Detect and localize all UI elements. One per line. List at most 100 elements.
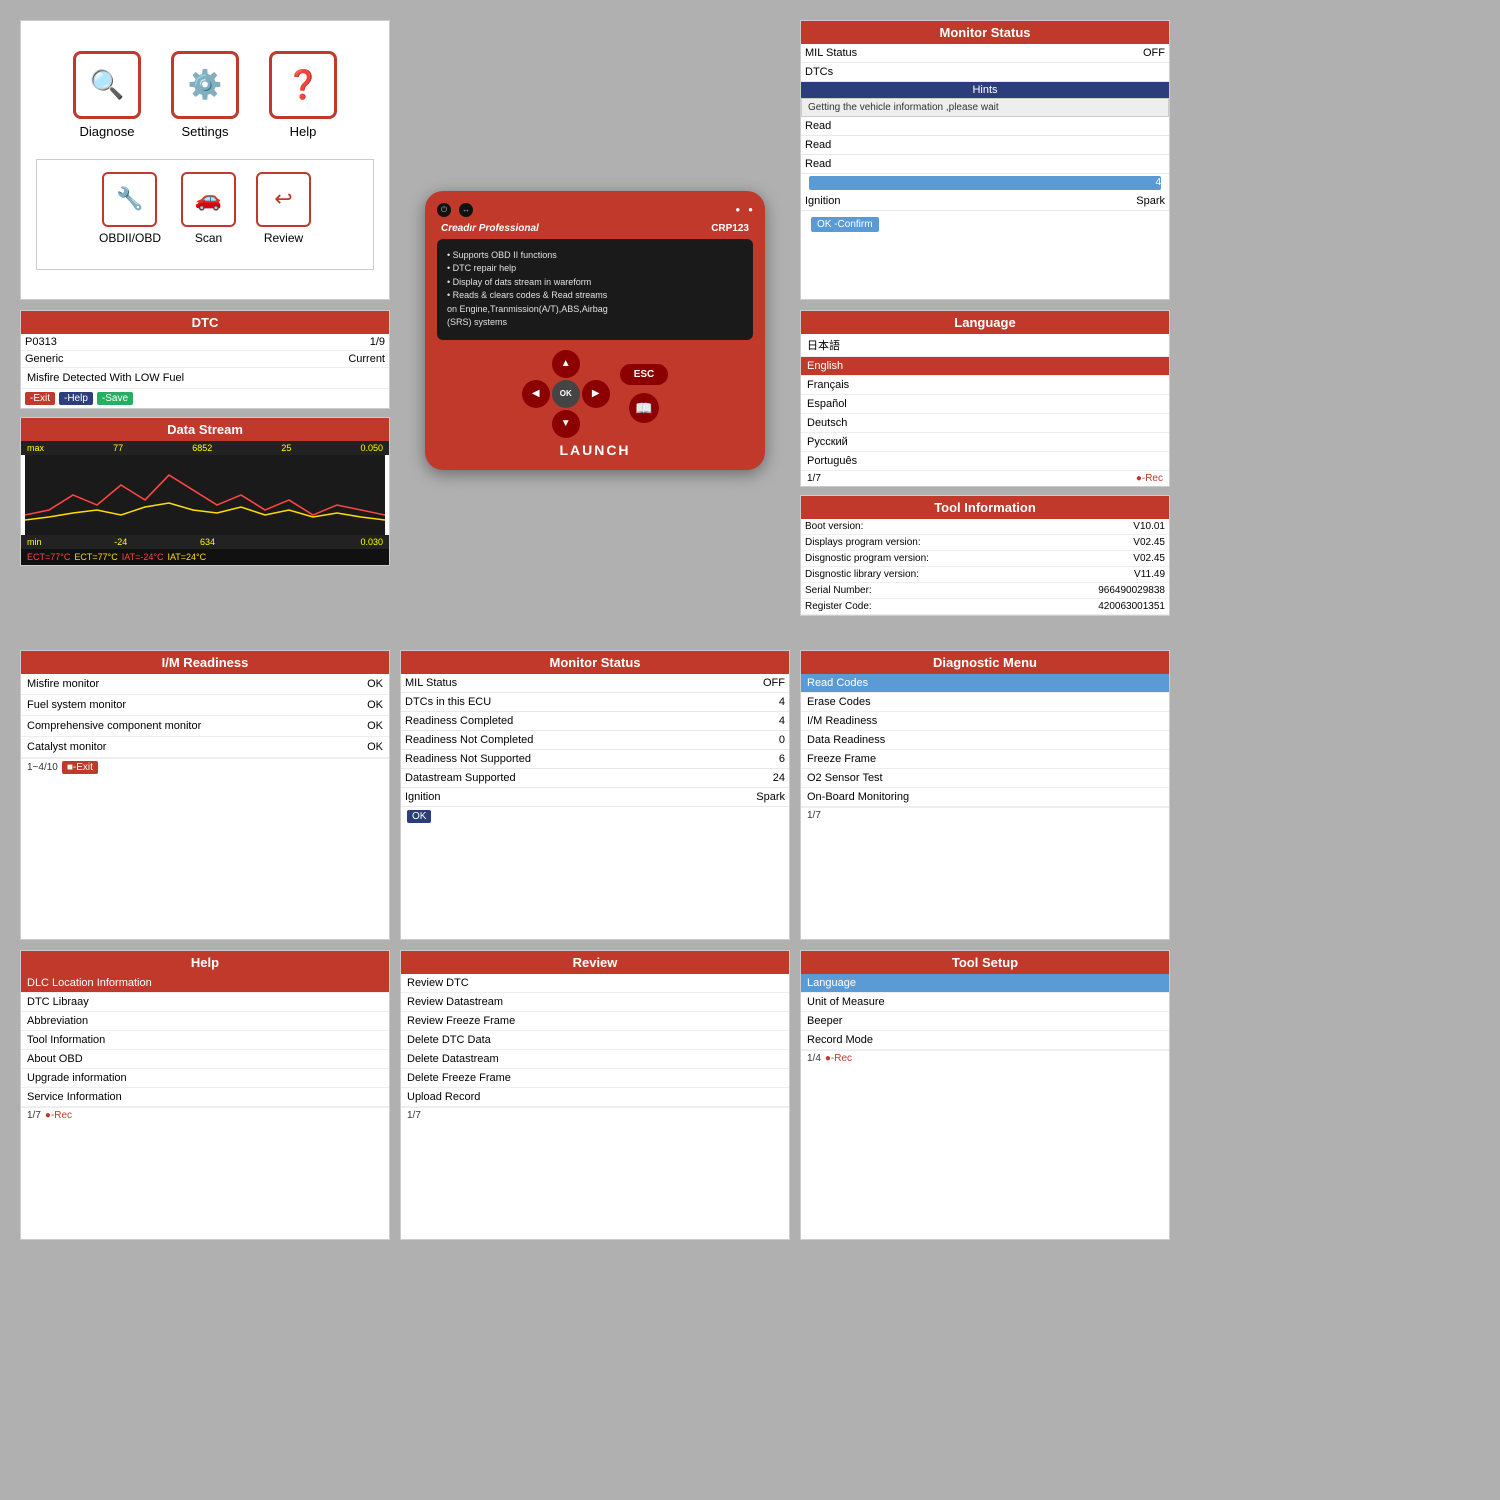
upload-record[interactable]: Upload Record bbox=[401, 1088, 789, 1107]
delete-freeze[interactable]: Delete Freeze Frame bbox=[401, 1069, 789, 1088]
setup-record[interactable]: Record Mode bbox=[801, 1031, 1169, 1050]
device-screen: • Supports OBD II functions • DTC repair… bbox=[437, 239, 753, 340]
misfire-row: Misfire monitor OK bbox=[21, 674, 389, 695]
delete-dtc[interactable]: Delete DTC Data bbox=[401, 1031, 789, 1050]
dtc-counter: 1/9 bbox=[370, 336, 385, 348]
legend-4: IAT=24°C bbox=[167, 552, 206, 562]
exit-badge: -Exit bbox=[25, 392, 55, 405]
im-readiness-panel: I/M Readiness Misfire monitor OK Fuel sy… bbox=[20, 650, 390, 940]
review-item[interactable]: ↩ Review bbox=[256, 172, 311, 245]
help-tool-info[interactable]: Tool Information bbox=[21, 1031, 389, 1050]
diag-im-readiness[interactable]: I/M Readiness bbox=[801, 712, 1169, 731]
lang-item-pt[interactable]: Português bbox=[801, 452, 1169, 471]
tool-info-header: Tool Information bbox=[801, 496, 1169, 519]
settings-item[interactable]: ⚙️ Settings bbox=[171, 51, 239, 139]
ms2-datastream-value: 24 bbox=[773, 772, 785, 784]
dpad-right[interactable]: ▶ bbox=[582, 380, 610, 408]
setup-footer: 1/4 ●-Rec bbox=[801, 1050, 1169, 1066]
device-top: ⏻ ↔ ● ● bbox=[437, 203, 753, 217]
lang-page: 1/7 bbox=[807, 473, 821, 484]
ms2-not-completed-value: 0 bbox=[779, 734, 785, 746]
dpad-left[interactable]: ◀ bbox=[522, 380, 550, 408]
help-dtc-lib[interactable]: DTC Libraay bbox=[21, 993, 389, 1012]
obdii-icon: 🔧 bbox=[102, 172, 157, 227]
stat-max-1: 77 bbox=[113, 443, 123, 453]
diag-freeze-frame[interactable]: Freeze Frame bbox=[801, 750, 1169, 769]
help-about-obd[interactable]: About OBD bbox=[21, 1050, 389, 1069]
help-abbrev[interactable]: Abbreviation bbox=[21, 1012, 389, 1031]
launch-label: LAUNCH bbox=[437, 442, 753, 458]
legend-3: IAT=-24°C bbox=[122, 552, 164, 562]
tool-info-panel: Tool Information Boot version: V10.01 Di… bbox=[800, 495, 1170, 616]
main-menu-panel: 🔍 Diagnose ⚙️ Settings ❓ Help 🔧 OBDII/OB… bbox=[20, 20, 390, 300]
display-version-label: Displays program version: bbox=[805, 537, 921, 548]
delete-datastream[interactable]: Delete Datastream bbox=[401, 1050, 789, 1069]
help-dlc[interactable]: DLC Location Information bbox=[21, 974, 389, 993]
diag-footer: 1/7 bbox=[801, 807, 1169, 823]
monitor-status2-header: Monitor Status bbox=[401, 651, 789, 674]
diag-o2-sensor[interactable]: O2 Sensor Test bbox=[801, 769, 1169, 788]
diag-data-readiness[interactable]: Data Readiness bbox=[801, 731, 1169, 750]
setup-language[interactable]: Language bbox=[801, 974, 1169, 993]
main-icons-row: 🔍 Diagnose ⚙️ Settings ❓ Help bbox=[73, 51, 337, 139]
lang-item-jp[interactable]: 日本語 bbox=[801, 334, 1169, 357]
main-container: 🔍 Diagnose ⚙️ Settings ❓ Help 🔧 OBDII/OB… bbox=[0, 0, 1500, 1500]
catalyst-value: OK bbox=[367, 741, 383, 753]
help-upgrade[interactable]: Upgrade information bbox=[21, 1069, 389, 1088]
lang-item-ru[interactable]: Русский bbox=[801, 433, 1169, 452]
register-value: 420063001351 bbox=[1098, 601, 1165, 612]
dpad-row: ▲ ◀ OK ▶ ▼ ESC 📖 bbox=[522, 350, 669, 438]
device-brand-label: Creadır Professional bbox=[441, 223, 539, 234]
lang-item-es[interactable]: Español bbox=[801, 395, 1169, 414]
im-footer: 1~4/10 ■-Exit bbox=[21, 758, 389, 776]
feature-6: (SRS) systems bbox=[447, 316, 743, 330]
misfire-value: OK bbox=[367, 678, 383, 690]
legend-1: ECT=77°C bbox=[27, 552, 70, 562]
lib-version-value: V11.49 bbox=[1134, 569, 1165, 580]
language-panel: Language 日本語 English Français Español De… bbox=[800, 310, 1170, 487]
hints-bar: Hints bbox=[801, 82, 1169, 98]
review-panel: Review Review DTC Review Datastream Revi… bbox=[400, 950, 790, 1240]
help-panel: Help DLC Location Information DTC Libraa… bbox=[20, 950, 390, 1240]
stat-max-2: 6852 bbox=[192, 443, 212, 453]
diag-onboard[interactable]: On-Board Monitoring bbox=[801, 788, 1169, 807]
review-dtc[interactable]: Review DTC bbox=[401, 974, 789, 993]
ok-confirm-label[interactable]: OK -Confirm bbox=[811, 217, 879, 232]
ms2-dtcs-value: 4 bbox=[779, 696, 785, 708]
lang-item-en[interactable]: English bbox=[801, 357, 1169, 376]
stat-min-2: 634 bbox=[200, 537, 215, 547]
scan-icons-row: 🔧 OBDII/OBD 🚗 Scan ↩ Review bbox=[47, 172, 363, 245]
monitor-status-top-header: Monitor Status bbox=[801, 21, 1169, 44]
help-item[interactable]: ❓ Help bbox=[269, 51, 337, 139]
review-datastream[interactable]: Review Datastream bbox=[401, 993, 789, 1012]
diagnose-icon: 🔍 bbox=[73, 51, 141, 119]
setup-beeper[interactable]: Beeper bbox=[801, 1012, 1169, 1031]
dtc-header: DTC bbox=[21, 311, 389, 334]
setup-rec: ●-Rec bbox=[825, 1053, 852, 1064]
mil-status-row: MIL Status OFF bbox=[801, 44, 1169, 63]
scan-icon: 🚗 bbox=[181, 172, 236, 227]
catalyst-row: Catalyst monitor OK bbox=[21, 737, 389, 758]
lang-item-de[interactable]: Deutsch bbox=[801, 414, 1169, 433]
help-service[interactable]: Service Information bbox=[21, 1088, 389, 1107]
diagnose-item[interactable]: 🔍 Diagnose bbox=[73, 51, 141, 139]
language-header: Language bbox=[801, 311, 1169, 334]
diag-read-codes[interactable]: Read Codes bbox=[801, 674, 1169, 693]
book-button[interactable]: 📖 bbox=[629, 393, 659, 423]
dpad-ok[interactable]: OK bbox=[552, 380, 580, 408]
esc-button[interactable]: ESC bbox=[620, 364, 669, 385]
dtc-code: P0313 bbox=[25, 336, 57, 348]
dpad-down[interactable]: ▼ bbox=[552, 410, 580, 438]
ms2-not-completed-label: Readiness Not Completed bbox=[405, 734, 533, 746]
dpad-up[interactable]: ▲ bbox=[552, 350, 580, 378]
ms2-ok-badge[interactable]: OK bbox=[407, 810, 431, 823]
obdii-item[interactable]: 🔧 OBDII/OBD bbox=[99, 172, 161, 245]
scan-item[interactable]: 🚗 Scan bbox=[181, 172, 236, 245]
review-freeze[interactable]: Review Freeze Frame bbox=[401, 1012, 789, 1031]
diag-erase-codes[interactable]: Erase Codes bbox=[801, 693, 1169, 712]
lang-item-fr[interactable]: Français bbox=[801, 376, 1169, 395]
chart-legend: ECT=77°C ECT=77°C IAT=-24°C IAT=24°C bbox=[21, 549, 389, 565]
serial-row: Serial Number: 966490029838 bbox=[801, 583, 1169, 599]
boot-version-row: Boot version: V10.01 bbox=[801, 519, 1169, 535]
setup-unit[interactable]: Unit of Measure bbox=[801, 993, 1169, 1012]
